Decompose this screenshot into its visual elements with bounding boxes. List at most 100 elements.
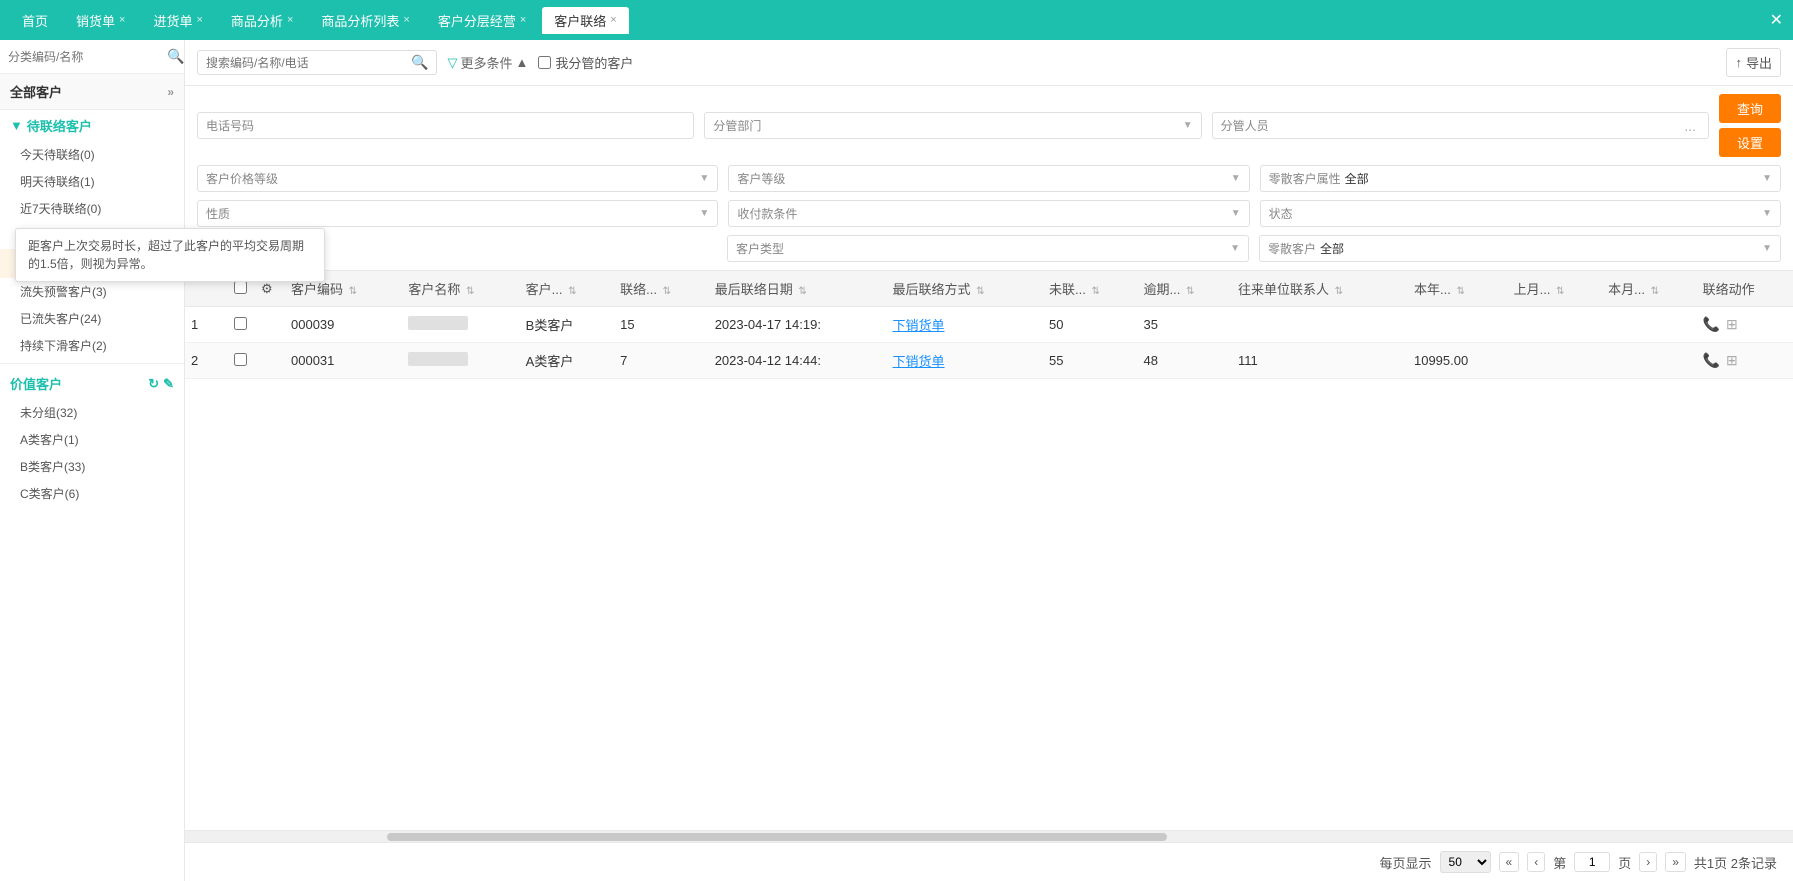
my-customer-checkbox[interactable]: 我分管的客户 (538, 53, 633, 72)
query-btn[interactable]: 查询 (1719, 94, 1781, 123)
row-checkbox-2[interactable] (234, 353, 247, 366)
cell-action-1: 📞 ⊞ (1697, 307, 1793, 343)
search-input[interactable] (206, 56, 406, 70)
more-dots-manager[interactable]: ... (1680, 118, 1700, 134)
close-all-btn[interactable]: ✕ (1770, 10, 1783, 30)
filter-customer-type[interactable]: 客户类型 ▼ (727, 235, 1249, 262)
cell-setting-1 (255, 307, 285, 343)
sort-overdue[interactable]: ⇅ (1186, 286, 1194, 297)
sort-this-month[interactable]: ⇅ (1651, 286, 1659, 297)
nav-tab-analysis[interactable]: 商品分析 × (219, 7, 305, 34)
phone-icon-1[interactable]: 📞 (1703, 316, 1720, 333)
close-customer-contact-tab[interactable]: × (610, 14, 616, 26)
table-header: ⚙ 客户编码 ⇅ 客户名称 ⇅ 客户... ⇅ (185, 271, 1793, 307)
cell-check-2[interactable] (225, 343, 255, 379)
search-icon[interactable]: 🔍 (411, 54, 428, 71)
nav-tab-analysis-list[interactable]: 商品分析列表 × (309, 7, 421, 34)
sidebar-all-customers-header[interactable]: 全部客户 » (0, 74, 184, 110)
refresh-icon[interactable]: ↻ (148, 376, 159, 392)
sidebar-item-churn-warning[interactable]: 流失预警客户(3) (0, 278, 184, 305)
sidebar-item-today[interactable]: 今天待联络(0) (0, 141, 184, 168)
sidebar-section-value-customers[interactable]: 价值客户 ↻ ✎ (0, 368, 184, 399)
cell-last-month-1 (1508, 307, 1603, 343)
filter-nature[interactable]: 性质 ▼ (197, 200, 718, 227)
filter-customer-level[interactable]: 客户等级 ▼ (728, 165, 1249, 192)
cell-code-2: 000031 (285, 343, 402, 379)
per-page-label: 每页显示 (1380, 853, 1432, 872)
select-all-checkbox[interactable] (234, 281, 247, 294)
cell-last-method-2[interactable]: 下销货单 (887, 343, 1043, 379)
cell-check-1[interactable] (225, 307, 255, 343)
sidebar-search-icon[interactable]: 🔍 (167, 48, 184, 65)
sort-companion[interactable]: ⇅ (1335, 286, 1343, 297)
sidebar-item-7days[interactable]: 近7天待联络(0) (0, 195, 184, 222)
nav-tab-sales[interactable]: 销货单 × (64, 7, 137, 34)
sidebar-section-pending[interactable]: ▼ 待联络客户 (0, 110, 184, 141)
nav-tab-customer-contact[interactable]: 客户联络 × (542, 7, 628, 34)
phone-icon-2[interactable]: 📞 (1703, 352, 1720, 369)
sidebar-search-input[interactable] (8, 50, 163, 64)
sidebar-collapse-btn[interactable]: » (167, 85, 174, 99)
scroll-thumb[interactable] (387, 833, 1167, 841)
page-input[interactable] (1574, 852, 1610, 872)
nav-tab-purchase[interactable]: 进货单 × (141, 7, 214, 34)
filter-phone[interactable]: 电话号码 (197, 112, 694, 139)
sort-contact[interactable]: ⇅ (663, 286, 671, 297)
horizontal-scrollbar[interactable] (185, 830, 1793, 842)
content-area: 🔍 ▽ 更多条件 ▲ 我分管的客户 ↑ 导出 电话号码 (185, 40, 1793, 881)
sort-name[interactable]: ⇅ (466, 286, 474, 297)
my-customer-check[interactable] (538, 56, 551, 69)
close-customer-tier-tab[interactable]: × (520, 14, 526, 26)
row-checkbox-1[interactable] (234, 317, 247, 330)
close-purchase-tab[interactable]: × (196, 14, 202, 26)
sidebar-item-ungrouped[interactable]: 未分组(32) (0, 399, 184, 426)
filter-payment[interactable]: 收付款条件 ▼ (728, 200, 1249, 227)
sidebar-item-tomorrow[interactable]: 明天待联络(1) (0, 168, 184, 195)
sidebar-item-class-b[interactable]: B类客户(33) (0, 453, 184, 480)
search-bar: 🔍 ▽ 更多条件 ▲ 我分管的客户 ↑ 导出 (185, 40, 1793, 86)
sort-level[interactable]: ⇅ (568, 286, 576, 297)
first-page-btn[interactable]: « (1499, 852, 1520, 872)
prev-page-btn[interactable]: ‹ (1527, 852, 1545, 872)
per-page-select[interactable]: 50 100 200 (1440, 851, 1491, 873)
grid-icon-2[interactable]: ⊞ (1726, 352, 1738, 369)
nav-tab-home[interactable]: 首页 (10, 7, 60, 34)
last-page-btn[interactable]: » (1665, 852, 1686, 872)
next-page-btn[interactable]: › (1639, 852, 1657, 872)
export-btn[interactable]: ↑ 导出 (1726, 48, 1781, 77)
filter-retail-attr[interactable]: 零散客户属性 全部 ▼ (1260, 165, 1781, 192)
sidebar-item-churned[interactable]: 已流失客户(24) (0, 305, 184, 332)
filter-price-level[interactable]: 客户价格等级 ▼ (197, 165, 718, 192)
col-action: 联络动作 (1697, 271, 1793, 307)
sidebar-item-class-c[interactable]: C类客户(6) (0, 480, 184, 507)
nav-tab-customer-tier[interactable]: 客户分层经营 × (426, 7, 538, 34)
sort-last-method[interactable]: ⇅ (976, 286, 984, 297)
sort-last-date[interactable]: ⇅ (798, 286, 806, 297)
cell-this-month-1 (1602, 307, 1697, 343)
caret-price-level: ▼ (699, 173, 709, 184)
filter-dept[interactable]: 分管部门 ▼ (704, 112, 1201, 139)
setting-btn[interactable]: 设置 (1719, 128, 1781, 157)
filter-retail-customer[interactable]: 零散客户 全部 ▼ (1259, 235, 1781, 262)
filter-manager[interactable]: 分管人员 ... (1212, 112, 1709, 139)
edit-icon[interactable]: ✎ (163, 376, 174, 392)
close-analysis-tab[interactable]: × (287, 14, 293, 26)
sort-unread[interactable]: ⇅ (1091, 286, 1099, 297)
filter-status[interactable]: 状态 ▼ (1260, 200, 1781, 227)
sidebar-item-class-a[interactable]: A类客户(1) (0, 426, 184, 453)
caret-payment: ▼ (1231, 208, 1241, 219)
sidebar-item-declining[interactable]: 持续下滑客户(2) (0, 332, 184, 359)
page-end-label: 页 (1618, 853, 1631, 872)
more-conditions-btn[interactable]: ▽ 更多条件 ▲ (447, 53, 528, 72)
page-label: 第 (1553, 853, 1566, 872)
cell-last-method-1[interactable]: 下销货单 (887, 307, 1043, 343)
filter-row-2: 客户价格等级 ▼ 客户等级 ▼ 零散客户属性 全部 ▼ (197, 165, 1781, 192)
grid-icon-1[interactable]: ⊞ (1726, 316, 1738, 333)
cell-action-2: 📞 ⊞ (1697, 343, 1793, 379)
close-sales-tab[interactable]: × (119, 14, 125, 26)
sort-this-year[interactable]: ⇅ (1456, 286, 1464, 297)
close-analysis-list-tab[interactable]: × (403, 14, 409, 26)
sort-code[interactable]: ⇅ (349, 286, 357, 297)
sort-last-month[interactable]: ⇅ (1556, 286, 1564, 297)
search-input-wrap[interactable]: 🔍 (197, 50, 437, 75)
